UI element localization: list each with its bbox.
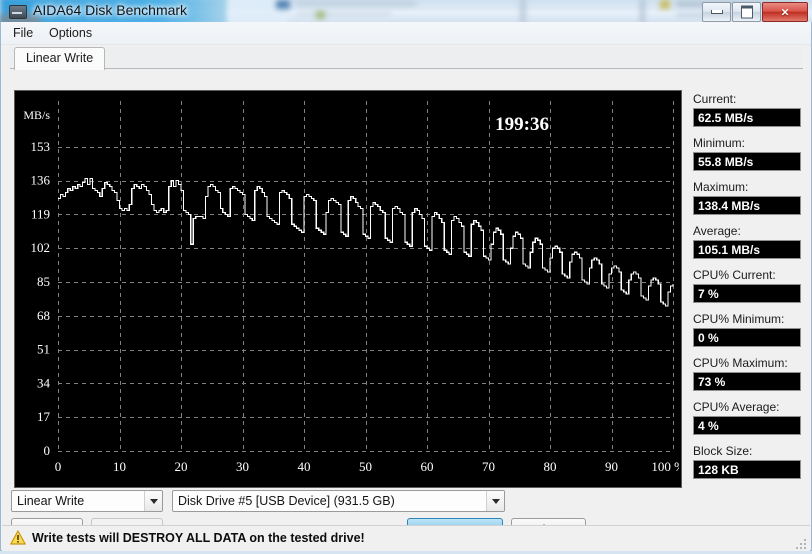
stat-cpu-current-value: 7 % <box>693 284 801 303</box>
selector-row: Linear Write Disk Drive #5 [USB Device] … <box>11 490 803 516</box>
chart-background <box>15 91 679 485</box>
benchmark-chart: 0 17 34 51 68 85 102 119 136 153 MB/s 0 10 20 30 40 50 60… <box>14 90 682 488</box>
stat-minimum-value: 55.8 MB/s <box>693 152 801 171</box>
y-axis-tick-label: 34 <box>37 375 51 390</box>
chart-canvas: 0 17 34 51 68 85 102 119 136 153 MB/s 0 10 20 30 40 50 60… <box>15 91 679 485</box>
stat-cpu-current-label: CPU% Current: <box>693 268 776 282</box>
statistics-panel: Current: 62.5 MB/s Minimum: 55.8 MB/s Maximu… <box>693 92 801 488</box>
stat-cpu-average-label: CPU% Average: <box>693 400 780 414</box>
maximize-icon <box>740 5 753 19</box>
stat-current-value: 62.5 MB/s <box>693 108 801 127</box>
warning-text: Write tests will DESTROY ALL DATA on the… <box>32 530 365 545</box>
aida64-disk-benchmark-window: AIDA64 Disk Benchmark × File Options Lin… <box>0 0 812 551</box>
y-axis-tick-label: 102 <box>31 240 51 255</box>
chevron-down-icon[interactable] <box>144 491 162 511</box>
y-axis-tick-label: 0 <box>44 443 51 458</box>
stat-minimum: Minimum: 55.8 MB/s <box>693 136 801 171</box>
x-axis-tick-label: 50 <box>359 459 372 474</box>
stat-average-value: 105.1 MB/s <box>693 240 801 259</box>
window-title: AIDA64 Disk Benchmark <box>33 2 188 18</box>
stat-current-label: Current: <box>693 92 737 106</box>
menu-options[interactable]: Options <box>43 25 98 41</box>
stat-cpu-minimum: CPU% Minimum: 0 % <box>693 312 801 347</box>
x-axis-tick-label: 30 <box>236 459 249 474</box>
menu-bar: File Options <box>1 22 811 45</box>
warning-triangle-icon <box>10 530 26 545</box>
tab-linear-write[interactable]: Linear Write <box>14 47 106 70</box>
minimize-icon <box>710 10 723 14</box>
status-bar: Write tests will DESTROY ALL DATA on the… <box>2 525 810 551</box>
elapsed-time-label: 199:36 <box>495 114 549 135</box>
stat-maximum: Maximum: 138.4 MB/s <box>693 180 801 215</box>
stat-minimum-label: Minimum: <box>693 136 746 150</box>
window-buttons: × <box>701 2 808 22</box>
stat-cpu-minimum-label: CPU% Minimum: <box>693 312 785 326</box>
stat-block-size: Block Size: 128 KB <box>693 444 801 479</box>
stat-cpu-average-value: 4 % <box>693 416 801 435</box>
stat-cpu-current: CPU% Current: 7 % <box>693 268 801 303</box>
y-axis-title: MB/s <box>23 108 50 122</box>
close-button[interactable]: × <box>762 2 808 22</box>
x-axis-tick-label: 0 <box>55 459 62 474</box>
stat-block-size-value: 128 KB <box>693 460 801 479</box>
y-axis-tick-label: 119 <box>31 206 50 221</box>
close-icon: × <box>781 4 789 20</box>
x-axis-tick-label: 40 <box>298 459 311 474</box>
stat-maximum-label: Maximum: <box>693 180 749 194</box>
x-axis-tick-label: 100 % <box>651 459 679 474</box>
chevron-down-icon[interactable] <box>486 491 504 511</box>
tab-strip-background <box>10 47 803 69</box>
stat-average: Average: 105.1 MB/s <box>693 224 801 259</box>
menu-file[interactable]: File <box>7 25 39 41</box>
stat-cpu-maximum-value: 73 % <box>693 372 801 391</box>
y-axis-tick-label: 136 <box>31 173 51 188</box>
resize-grip[interactable] <box>794 537 808 551</box>
stat-cpu-maximum: CPU% Maximum: 73 % <box>693 356 801 391</box>
benchmark-mode-select[interactable]: Linear Write <box>11 490 163 512</box>
x-axis-tick-label: 20 <box>175 459 188 474</box>
drive-select[interactable]: Disk Drive #5 [USB Device] (931.5 GB) <box>172 490 505 512</box>
y-axis-tick-label: 51 <box>37 342 50 357</box>
y-axis-tick-label: 153 <box>31 139 51 154</box>
minimize-button[interactable] <box>702 2 731 22</box>
stat-maximum-value: 138.4 MB/s <box>693 196 801 215</box>
stat-cpu-average: CPU% Average: 4 % <box>693 400 801 435</box>
y-axis-tick-label: 17 <box>37 409 51 424</box>
maximize-button[interactable] <box>732 2 761 22</box>
x-axis-tick-label: 60 <box>421 459 434 474</box>
y-axis-tick-label: 68 <box>37 308 50 323</box>
stat-current: Current: 62.5 MB/s <box>693 92 801 127</box>
y-axis-tick-label: 85 <box>37 274 50 289</box>
stat-average-label: Average: <box>693 224 741 238</box>
x-axis-tick-label: 10 <box>113 459 126 474</box>
drive-select-value: Disk Drive #5 [USB Device] (931.5 GB) <box>178 494 395 508</box>
x-axis-tick-label: 70 <box>482 459 495 474</box>
x-axis-tick-label: 90 <box>605 459 618 474</box>
window-body: File Options Linear Write 0 17 34 51 68 85 102… <box>0 22 812 551</box>
benchmark-mode-value: Linear Write <box>17 494 85 508</box>
disk-drive-icon <box>9 5 27 19</box>
title-bar[interactable]: AIDA64 Disk Benchmark × <box>0 0 812 22</box>
stat-cpu-maximum-label: CPU% Maximum: <box>693 356 788 370</box>
stat-cpu-minimum-value: 0 % <box>693 328 801 347</box>
stat-block-size-label: Block Size: <box>693 444 753 458</box>
tab-strip: Linear Write <box>10 47 803 70</box>
x-axis-tick-label: 80 <box>544 459 557 474</box>
